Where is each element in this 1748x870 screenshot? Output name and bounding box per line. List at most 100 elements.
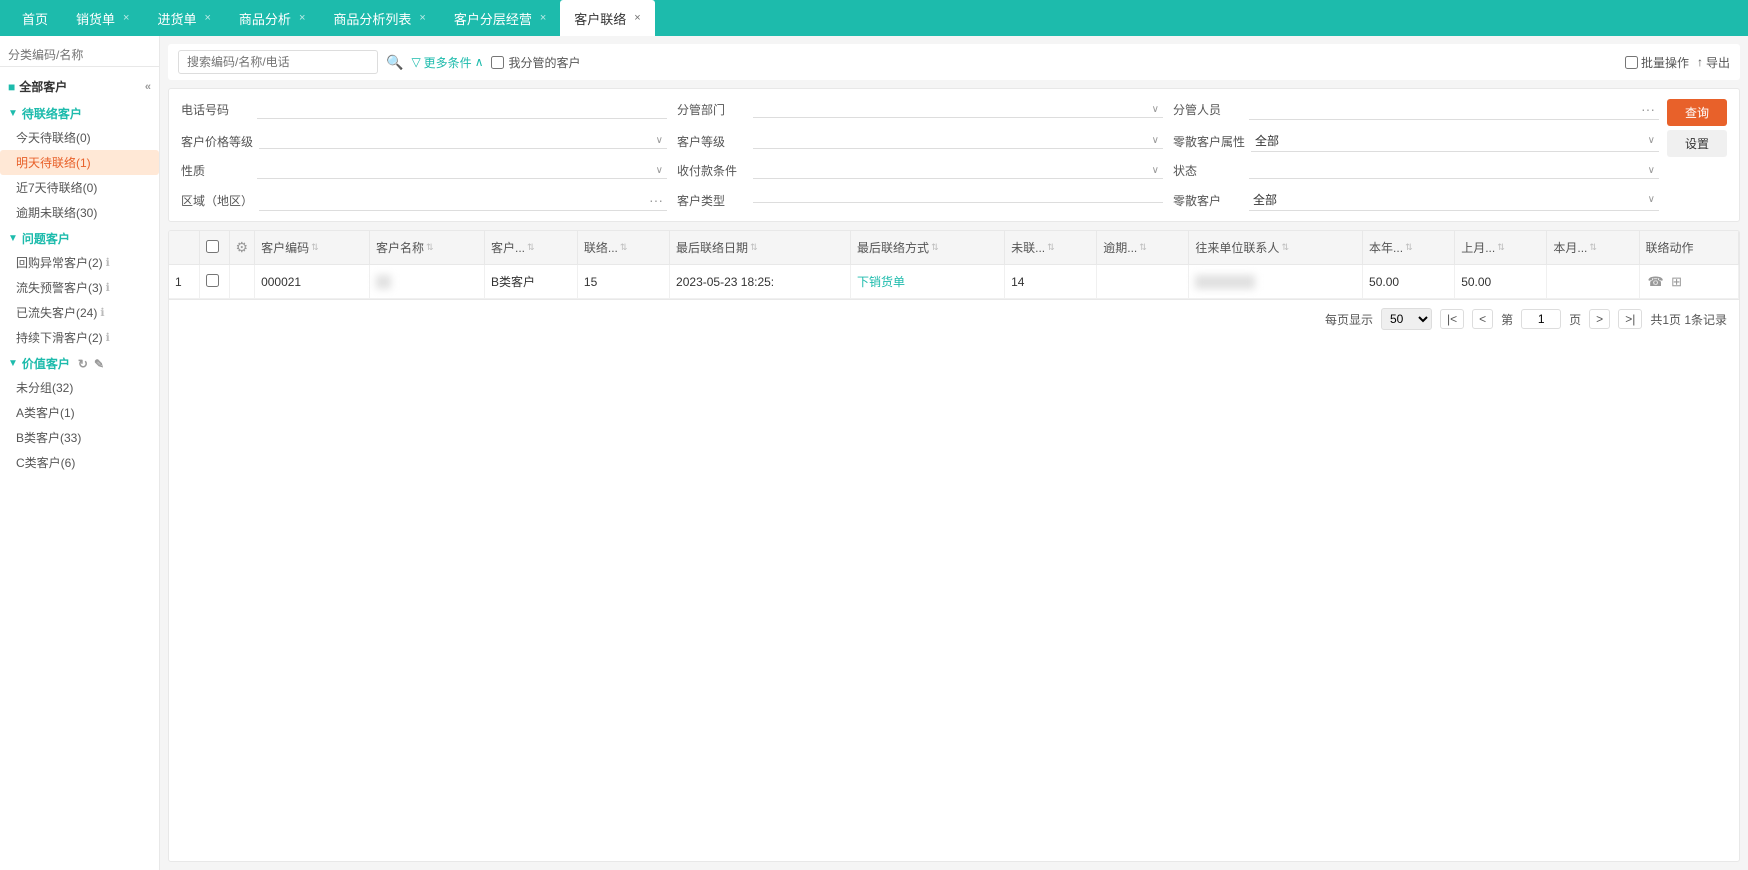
batch-operation-button[interactable]: 批量操作	[1625, 54, 1689, 71]
phone-action-icon[interactable]: ☎	[1648, 274, 1664, 289]
cell-last-contact-method: 下销货单	[851, 265, 1005, 299]
info-icon: ℹ	[100, 306, 104, 319]
collapse-icon[interactable]: «	[145, 81, 151, 93]
region-select[interactable]: ···	[259, 190, 667, 211]
close-icon[interactable]: ×	[299, 12, 305, 24]
person-select[interactable]: ···	[1249, 99, 1659, 120]
nav-customer-contact[interactable]: 客户联络 ×	[560, 0, 654, 36]
col-last-contact-method[interactable]: 最后联络方式 ⇅	[851, 231, 1005, 265]
refresh-icon[interactable]: ↻	[78, 357, 88, 371]
next-page-button[interactable]: >	[1589, 309, 1610, 329]
close-icon[interactable]: ×	[419, 12, 425, 24]
grid-action-icon[interactable]: ⊞	[1671, 274, 1682, 289]
sidebar-group-pending[interactable]: ▼ 待联络客户	[0, 100, 159, 125]
sidebar-item-declining[interactable]: 持续下滑客户(2) ℹ	[0, 325, 159, 350]
nav-home[interactable]: 首页	[8, 0, 62, 36]
sidebar-group-value[interactable]: ▼ 价值客户 ↻ ✎	[0, 350, 159, 375]
sidebar-search-input[interactable]	[8, 48, 160, 62]
prev-page-button[interactable]: <	[1472, 309, 1493, 329]
sidebar-item-all-customers[interactable]: ■ 全部客户 «	[0, 73, 159, 100]
per-page-label: 每页显示	[1325, 311, 1373, 328]
col-unit-contact[interactable]: 往来单位联系人 ⇅	[1189, 231, 1363, 265]
dots-icon[interactable]: ···	[1641, 101, 1655, 117]
col-this-month[interactable]: 本月... ⇅	[1547, 231, 1639, 265]
nav-product-analysis[interactable]: 商品分析 ×	[225, 0, 319, 36]
first-page-button[interactable]: |<	[1440, 309, 1464, 329]
nav-purchase-order[interactable]: 进货单 ×	[143, 0, 224, 36]
col-contact-count[interactable]: 联络... ⇅	[577, 231, 669, 265]
price-level-select[interactable]: ∨	[259, 133, 667, 149]
search-button[interactable]: 🔍	[386, 54, 403, 71]
sort-icon: ⇅	[426, 242, 434, 253]
sidebar-group-problem[interactable]: ▼ 问题客户	[0, 225, 159, 250]
page-label: 第	[1501, 311, 1513, 328]
close-icon[interactable]: ×	[634, 12, 640, 24]
nav-product-analysis-list[interactable]: 商品分析列表 ×	[319, 0, 439, 36]
settings-button[interactable]: 设置	[1667, 130, 1727, 157]
sort-icon: ⇅	[1497, 242, 1505, 253]
dots-icon[interactable]: ···	[649, 192, 663, 208]
customer-table: ⚙ 客户编码 ⇅ 客户名称 ⇅	[169, 231, 1739, 299]
query-button[interactable]: 查询	[1667, 99, 1727, 126]
contact-method-link[interactable]: 下销货单	[857, 275, 905, 289]
sort-icon: ⇅	[1139, 242, 1147, 253]
row-checkbox[interactable]	[206, 274, 219, 287]
col-customer-name[interactable]: 客户名称 ⇅	[370, 231, 485, 265]
col-overdue[interactable]: 逾期... ⇅	[1097, 231, 1189, 265]
page-number-input[interactable]	[1521, 309, 1561, 329]
batch-check[interactable]	[1625, 56, 1638, 69]
cell-gear	[229, 265, 255, 299]
retail-attr-select[interactable]: 全部 ∨	[1251, 130, 1659, 152]
col-customer-code[interactable]: 客户编码 ⇅	[255, 231, 370, 265]
close-icon[interactable]: ×	[123, 12, 129, 24]
top-navigation: 首页 销货单 × 进货单 × 商品分析 × 商品分析列表 × 客户分层经营 × …	[0, 0, 1748, 36]
col-last-contact-date[interactable]: 最后联络日期 ⇅	[670, 231, 851, 265]
payment-select[interactable]: ∨	[753, 163, 1163, 179]
customer-type-select[interactable]	[753, 198, 1163, 203]
content-area: 🔍 ▽ 更多条件 ∧ 我分管的客户 批量操作 ↑ 导出	[160, 36, 1748, 870]
more-conditions-toggle[interactable]: ▽ 更多条件 ∧	[411, 54, 483, 71]
info-icon: ℹ	[106, 331, 110, 344]
select-all-checkbox[interactable]	[206, 240, 219, 253]
col-uncontacted[interactable]: 未联... ⇅	[1005, 231, 1097, 265]
gear-icon[interactable]: ⚙	[236, 239, 249, 255]
nature-select[interactable]: ∨	[257, 163, 667, 179]
dept-select[interactable]: ∨	[753, 102, 1163, 118]
phone-input[interactable]	[257, 100, 667, 119]
sidebar-item-class-b[interactable]: B类客户(33)	[0, 425, 159, 450]
sort-icon: ⇅	[311, 242, 319, 253]
customer-level-select[interactable]: ∨	[753, 133, 1163, 149]
my-customers-checkbox[interactable]: 我分管的客户	[491, 54, 580, 71]
cell-name: Ea	[370, 265, 485, 299]
edit-icon[interactable]: ✎	[94, 357, 104, 371]
sidebar-item-overdue-contact[interactable]: 逾期未联络(30)	[0, 200, 159, 225]
col-last-month[interactable]: 上月... ⇅	[1455, 231, 1547, 265]
chevron-down-icon: ∨	[1152, 135, 1159, 146]
search-input[interactable]	[178, 50, 378, 74]
nav-sales-order[interactable]: 销货单 ×	[62, 0, 143, 36]
chevron-down-icon: ∨	[656, 135, 663, 146]
sidebar-item-ungrouped[interactable]: 未分组(32)	[0, 375, 159, 400]
total-records: 共1页 1条记录	[1650, 311, 1727, 328]
my-customers-check[interactable]	[491, 56, 504, 69]
sidebar-item-7day-contact[interactable]: 近7天待联络(0)	[0, 175, 159, 200]
cell-action: ☎ ⊞	[1639, 265, 1738, 299]
sidebar-item-churn-warning[interactable]: 流失预警客户(3) ℹ	[0, 275, 159, 300]
nav-customer-segmentation[interactable]: 客户分层经营 ×	[440, 0, 560, 36]
col-customer-type[interactable]: 客户... ⇅	[485, 231, 578, 265]
col-this-year[interactable]: 本年... ⇅	[1363, 231, 1455, 265]
sort-icon: ⇅	[527, 242, 535, 253]
close-icon[interactable]: ×	[540, 12, 546, 24]
retail-select[interactable]: 全部 ∨	[1249, 189, 1659, 211]
sidebar-item-abnormal-repurchase[interactable]: 回购异常客户(2) ℹ	[0, 250, 159, 275]
last-page-button[interactable]: >|	[1618, 309, 1642, 329]
status-select[interactable]: ∨	[1249, 163, 1659, 179]
sidebar-item-class-c[interactable]: C类客户(6)	[0, 450, 159, 475]
sidebar-item-tomorrow-contact[interactable]: 明天待联络(1)	[0, 150, 159, 175]
per-page-select[interactable]: 50 100 200	[1381, 308, 1432, 330]
sidebar-item-class-a[interactable]: A类客户(1)	[0, 400, 159, 425]
export-button[interactable]: ↑ 导出	[1697, 54, 1730, 71]
sidebar-item-today-contact[interactable]: 今天待联络(0)	[0, 125, 159, 150]
close-icon[interactable]: ×	[204, 12, 210, 24]
sidebar-item-churned[interactable]: 已流失客户(24) ℹ	[0, 300, 159, 325]
